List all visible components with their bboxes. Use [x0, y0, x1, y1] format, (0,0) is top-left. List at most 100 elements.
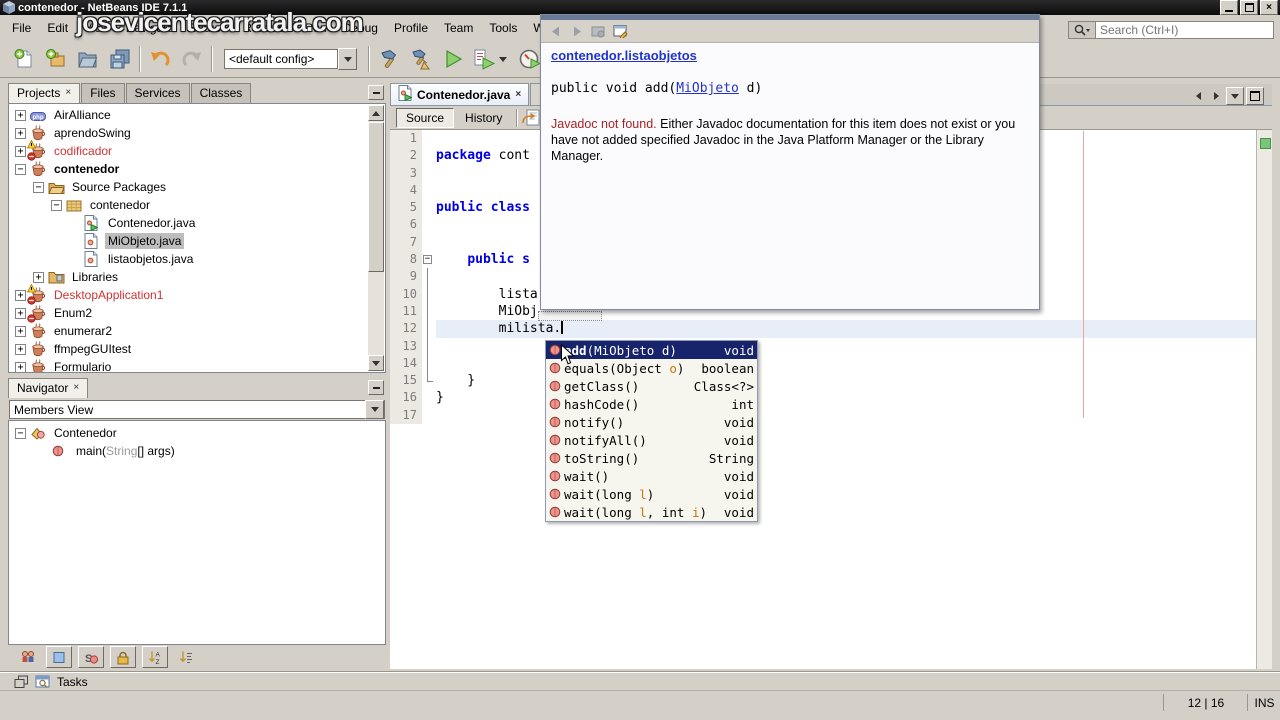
window-group-icon[interactable]	[14, 675, 29, 689]
undo-button[interactable]	[145, 44, 175, 74]
completion-item-notify[interactable]: notify() void	[546, 413, 757, 431]
tree-item-aprendoswing[interactable]: + aprendoSwing	[9, 124, 385, 142]
save-all-button[interactable]	[105, 44, 135, 74]
fold-margin[interactable]: −	[422, 251, 436, 269]
debug-button[interactable]	[470, 44, 510, 74]
dropdown-icon[interactable]	[365, 400, 384, 419]
completion-item-toString[interactable]: toString() String	[546, 449, 757, 467]
redo-button[interactable]	[177, 44, 207, 74]
javadoc-class-link[interactable]: contenedor.listaobjetos	[551, 48, 697, 63]
tree-item-contenedor-java[interactable]: Contenedor.java	[9, 214, 385, 232]
sort-source-icon[interactable]	[174, 647, 198, 667]
menu-profile[interactable]: Profile	[386, 16, 436, 40]
expand-icon[interactable]: +	[15, 325, 26, 337]
fold-margin[interactable]	[422, 130, 436, 148]
fold-margin[interactable]	[422, 354, 436, 373]
completion-item-getClass[interactable]: getClass() Class<?>	[546, 377, 757, 395]
tree-item-miobjeto-java[interactable]: MiObjeto.java	[9, 232, 385, 250]
history-view-button[interactable]: History	[456, 109, 511, 127]
inherited-members-icon[interactable]	[16, 647, 40, 667]
show-non-public-icon[interactable]	[110, 646, 136, 668]
editor-tab-contenedor[interactable]: Contenedor.java ×	[390, 83, 530, 105]
tab-navigator[interactable]: Navigator ×	[8, 378, 89, 398]
close-icon[interactable]: ×	[515, 89, 521, 99]
tree-item-contenedor[interactable]: − contenedor	[9, 160, 385, 178]
clean-build-button[interactable]	[406, 44, 436, 74]
code-line-12[interactable]: 12 milista.	[390, 320, 1256, 338]
tree-item-ffmpegguitest[interactable]: + ffmpegGUItest	[9, 340, 385, 358]
code-line-17[interactable]: 17	[390, 406, 1256, 425]
last-edit-position-icon[interactable]	[521, 109, 541, 126]
expand-icon[interactable]: +	[15, 307, 26, 319]
menu-edit[interactable]: Edit	[39, 16, 76, 40]
build-button[interactable]	[374, 44, 404, 74]
navigator-item[interactable]: − Contenedor	[9, 424, 385, 442]
fold-margin[interactable]	[422, 389, 436, 407]
fold-margin[interactable]	[422, 302, 436, 321]
fold-margin[interactable]	[422, 233, 436, 252]
navigator-view-select[interactable]: Members View	[9, 400, 385, 419]
code-line-15[interactable]: 15 }	[390, 372, 1256, 390]
error-stripe[interactable]	[1256, 130, 1272, 669]
completion-item-wait[interactable]: wait (long l, int i) void	[546, 503, 757, 521]
minimize-panel-icon[interactable]	[368, 85, 384, 100]
collapse-icon[interactable]: −	[15, 427, 26, 439]
tasks-label[interactable]: Tasks	[57, 675, 88, 689]
javadoc-resize-grip[interactable]	[538, 311, 602, 321]
tree-item-airalliance[interactable]: + php AirAlliance	[9, 106, 385, 124]
tree-item-enum2[interactable]: + Enum2	[9, 304, 385, 323]
scroll-down-icon[interactable]	[368, 355, 384, 371]
maximize-editor-icon[interactable]	[1246, 87, 1264, 105]
tree-item-desktopapplication1[interactable]: + DesktopApplication1	[9, 284, 385, 305]
tree-item-libraries[interactable]: + Libraries	[9, 268, 385, 286]
minimize-panel-icon[interactable]	[368, 380, 384, 395]
projects-scrollbar[interactable]	[368, 105, 384, 371]
collapse-icon[interactable]: −	[15, 163, 26, 175]
completion-item-equals[interactable]: equals (Object o) boolean	[546, 359, 757, 377]
fold-margin[interactable]	[422, 337, 436, 355]
scroll-tabs-right-icon[interactable]	[1208, 88, 1224, 104]
collapse-icon[interactable]: −	[33, 181, 44, 193]
run-button[interactable]	[438, 44, 468, 74]
menu-file[interactable]: File	[4, 16, 39, 40]
tasks-window-icon[interactable]	[35, 674, 51, 689]
expand-icon[interactable]: +	[33, 271, 44, 283]
completion-item-hashCode[interactable]: hashCode() int	[546, 395, 757, 413]
source-view-button[interactable]: Source	[396, 107, 455, 128]
completion-item-notifyAll[interactable]: notifyAll() void	[546, 431, 757, 449]
fold-margin[interactable]	[422, 372, 436, 390]
config-dropdown-icon[interactable]	[338, 48, 357, 70]
fold-margin[interactable]	[422, 216, 436, 234]
code-line-16[interactable]: 16}	[390, 389, 1256, 407]
restore-button[interactable]	[1240, 0, 1258, 15]
fold-collapse-icon[interactable]: −	[423, 255, 432, 265]
fold-margin[interactable]	[422, 406, 436, 425]
javadoc-back-icon[interactable]	[549, 25, 563, 38]
menu-team[interactable]: Team	[436, 16, 481, 40]
fold-margin[interactable]	[422, 181, 436, 200]
fold-margin[interactable]	[422, 164, 436, 182]
miobjeto-link[interactable]: MiObjeto	[676, 81, 739, 96]
tree-item-codificador[interactable]: + codificador	[9, 140, 385, 161]
tree-item-contenedor[interactable]: − contenedor	[9, 196, 385, 214]
show-static-icon[interactable]: S	[78, 646, 104, 668]
menu-tools[interactable]: Tools	[481, 16, 525, 40]
tree-item-listaobjetos-java[interactable]: listaobjetos.java	[9, 250, 385, 268]
expand-icon[interactable]: +	[15, 343, 26, 355]
tab-classes[interactable]: Classes	[190, 83, 252, 103]
tree-item-enumerar2[interactable]: + enumerar2	[9, 322, 385, 340]
minimize-button[interactable]	[1220, 0, 1238, 15]
scroll-tabs-left-icon[interactable]	[1190, 88, 1206, 104]
javadoc-forward-icon[interactable]	[570, 25, 584, 38]
fold-margin[interactable]	[422, 320, 436, 338]
close-button[interactable]: ×	[1260, 0, 1278, 15]
tab-projects[interactable]: Projects ×	[8, 83, 81, 103]
tab-list-dropdown-icon[interactable]	[1226, 87, 1244, 105]
sort-alpha-icon[interactable]: AZ	[142, 646, 168, 668]
expand-icon[interactable]: +	[15, 127, 26, 139]
open-project-button[interactable]	[73, 44, 103, 74]
completion-item-add[interactable]: add (MiObjeto d) void	[546, 341, 757, 359]
tree-item-source-packages[interactable]: − Source Packages	[9, 178, 385, 196]
scroll-up-icon[interactable]	[368, 105, 384, 121]
search-input[interactable]	[1096, 21, 1274, 39]
